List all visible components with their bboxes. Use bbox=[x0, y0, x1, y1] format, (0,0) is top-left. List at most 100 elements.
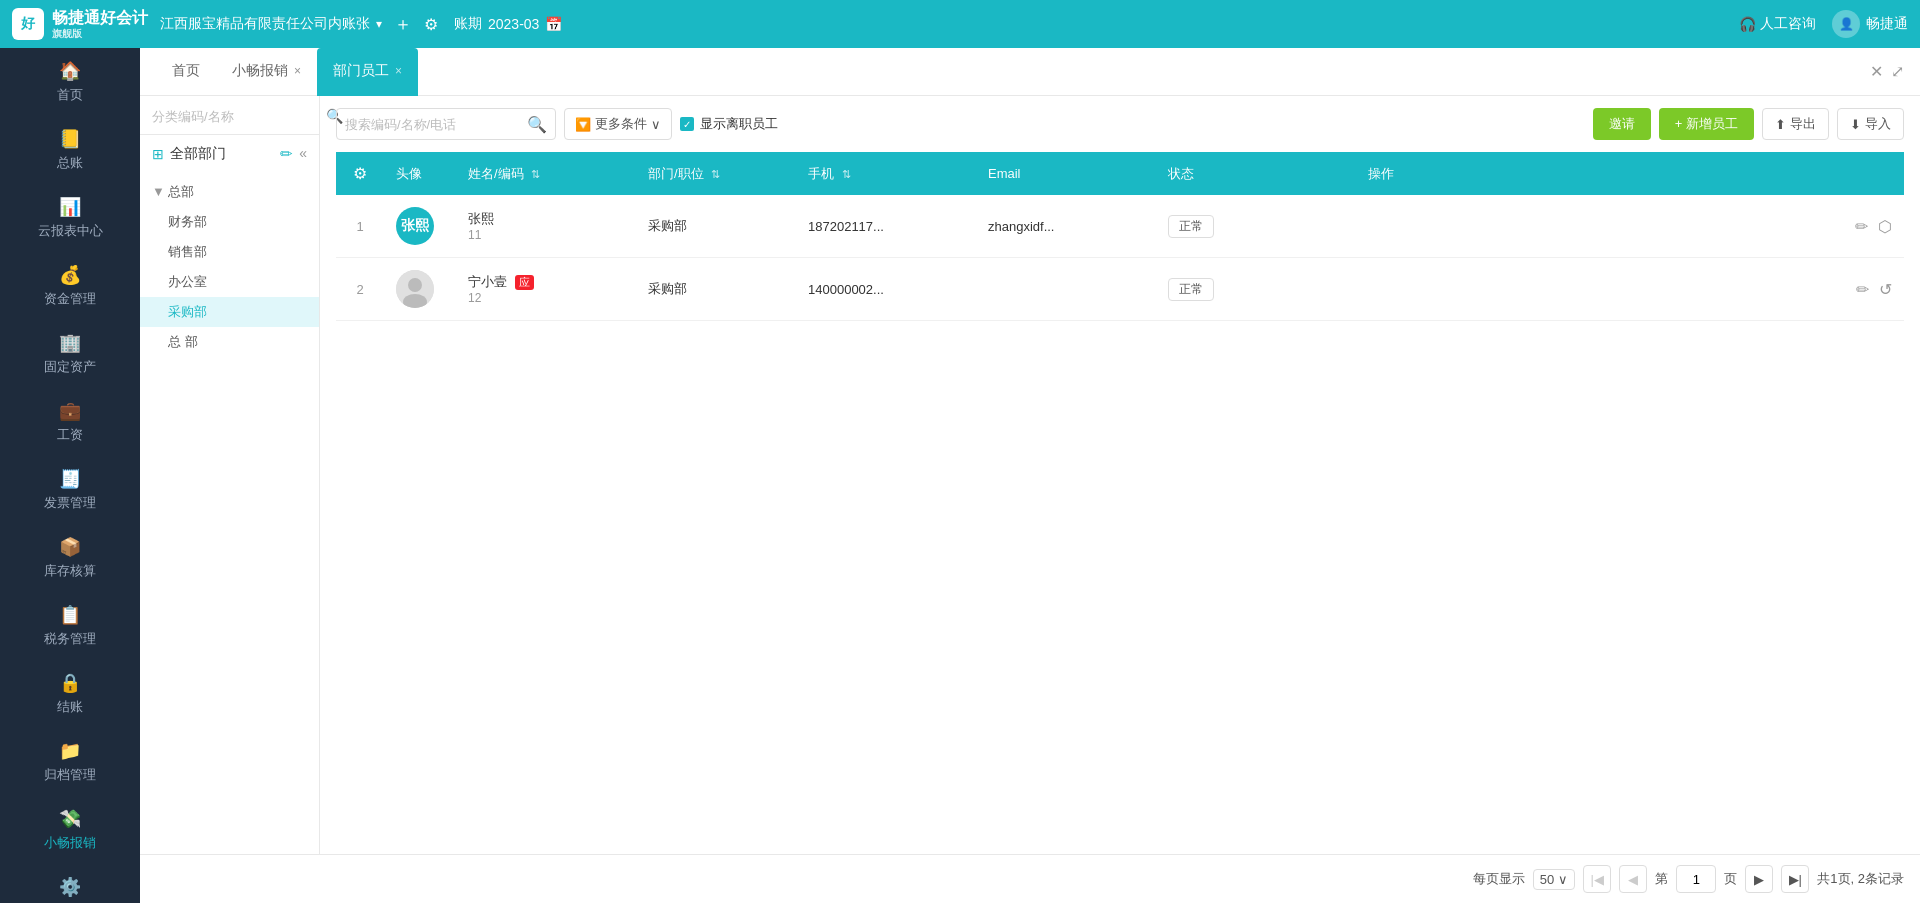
main-layout: 🏠 首页 📒 总账 📊 云报表中心 💰 资金管理 🏢 固定资产 💼 工资 🧾 发… bbox=[0, 48, 1920, 903]
dept-leaf-office[interactable]: 办公室 bbox=[140, 267, 319, 297]
sidebar-item-funds-label: 资金管理 bbox=[44, 290, 96, 308]
reports-icon: 📊 bbox=[59, 196, 81, 218]
all-dept-label-container: ⊞ 全部部门 bbox=[152, 145, 226, 163]
row-num-2: 2 bbox=[336, 258, 384, 321]
sidebar-item-ledger[interactable]: 📒 总账 bbox=[0, 116, 140, 184]
sidebar-item-tax[interactable]: 📋 税务管理 bbox=[0, 592, 140, 660]
dept-collapse-triangle: ▼ bbox=[152, 184, 165, 199]
dept-leaf-headquarters[interactable]: 总 部 bbox=[140, 327, 319, 357]
dept-tree: ▼ 总部 财务部 销售部 办公室 采购部 总 部 bbox=[140, 173, 319, 361]
row-status-2: 正常 bbox=[1156, 258, 1356, 321]
sidebar-item-home[interactable]: 🏠 首页 bbox=[0, 48, 140, 116]
sidebar-item-ledger-label: 总账 bbox=[57, 154, 83, 172]
page-last-button[interactable]: ▶| bbox=[1781, 865, 1809, 893]
tab-bar-close-button[interactable]: ✕ bbox=[1870, 62, 1883, 81]
sidebar-item-archive-label: 归档管理 bbox=[44, 766, 96, 784]
close-period-icon: 🔒 bbox=[59, 672, 81, 694]
invite-button[interactable]: 邀请 bbox=[1593, 108, 1651, 140]
status-badge-1: 正常 bbox=[1168, 215, 1214, 238]
export-icon: ⬆ bbox=[1775, 117, 1786, 132]
page-content: 🔍 ⊞ 全部部门 ✏ « ▼ 总部 bbox=[140, 96, 1920, 854]
filter-button[interactable]: 🔽 更多条件 ∨ bbox=[564, 108, 672, 140]
service-button[interactable]: 🎧 人工咨询 bbox=[1739, 15, 1816, 33]
sidebar-item-reports-label: 云报表中心 bbox=[38, 222, 103, 240]
tab-bar: 首页 小畅报销 × 部门员工 × ✕ ⤢ bbox=[140, 48, 1920, 96]
tab-bar-expand-button[interactable]: ⤢ bbox=[1891, 62, 1904, 81]
tab-bar-actions: ✕ ⤢ bbox=[1870, 62, 1904, 81]
refresh-emp-2-button[interactable]: ↺ bbox=[1879, 280, 1892, 299]
sort-phone-icon[interactable]: ⇅ bbox=[842, 168, 851, 180]
sidebar-item-archive[interactable]: 📁 归档管理 bbox=[0, 728, 140, 796]
export-button[interactable]: ⬆ 导出 bbox=[1762, 108, 1829, 140]
page-prev-button[interactable]: ◀ bbox=[1619, 865, 1647, 893]
add-employee-button[interactable]: + 新增员工 bbox=[1659, 108, 1754, 140]
page-number-input[interactable] bbox=[1676, 865, 1716, 893]
sidebar-item-assets[interactable]: 🏢 固定资产 bbox=[0, 320, 140, 388]
dept-group-headquarters-label[interactable]: ▼ 总部 bbox=[140, 177, 319, 207]
sidebar-item-inventory[interactable]: 📦 库存核算 bbox=[0, 524, 140, 592]
tab-dept-emp-close-icon[interactable]: × bbox=[395, 64, 402, 78]
col-action: 操作 bbox=[1356, 152, 1904, 195]
logout-emp-1-button[interactable]: ⬡ bbox=[1878, 217, 1892, 236]
add-company-button[interactable]: ＋ bbox=[394, 12, 412, 36]
sidebar-item-funds[interactable]: 💰 资金管理 bbox=[0, 252, 140, 320]
emp-actions: 邀请 + 新增员工 ⬆ 导出 ⬇ 导入 bbox=[1593, 108, 1904, 140]
home-icon: 🏠 bbox=[59, 60, 81, 82]
row-avatar-2 bbox=[384, 258, 456, 321]
sort-dept-icon[interactable]: ⇅ bbox=[711, 168, 720, 180]
dept-leaf-finance[interactable]: 财务部 bbox=[140, 207, 319, 237]
emp-search-input[interactable] bbox=[345, 117, 521, 132]
avatar-zhang: 张熙 bbox=[396, 207, 434, 245]
sidebar-item-payroll[interactable]: 💼 工资 bbox=[0, 388, 140, 456]
sidebar-item-invoice[interactable]: 🧾 发票管理 bbox=[0, 456, 140, 524]
tab-expense-close-icon[interactable]: × bbox=[294, 64, 301, 78]
dept-leaf-purchase[interactable]: 采购部 bbox=[140, 297, 319, 327]
sidebar-item-invoice-label: 发票管理 bbox=[44, 494, 96, 512]
pagination: 每页显示 50 ∨ |◀ ◀ 第 页 ▶ ▶| 共1页, 2条记录 bbox=[140, 854, 1920, 903]
tab-dept-emp-label: 部门员工 bbox=[333, 62, 389, 80]
app-name: 畅捷通好会计 bbox=[52, 8, 148, 27]
tab-dept-emp[interactable]: 部门员工 × bbox=[317, 48, 418, 96]
show-resigned-toggle[interactable]: ✓ 显示离职员工 bbox=[680, 115, 778, 133]
settings-icon[interactable]: ⚙ bbox=[424, 15, 438, 34]
row-status-1: 正常 bbox=[1156, 195, 1356, 258]
col-status: 状态 bbox=[1156, 152, 1356, 195]
table-settings-icon[interactable]: ⚙ bbox=[353, 165, 367, 182]
dept-header-icons: ✏ « bbox=[280, 145, 307, 163]
import-button[interactable]: ⬇ 导入 bbox=[1837, 108, 1904, 140]
filter-icon: 🔽 bbox=[575, 117, 591, 132]
sidebar-item-reports[interactable]: 📊 云报表中心 bbox=[0, 184, 140, 252]
payroll-icon: 💼 bbox=[59, 400, 81, 422]
tab-home[interactable]: 首页 bbox=[156, 48, 216, 96]
company-selector[interactable]: 江西服宝精品有限责任公司内账张 ▾ bbox=[160, 15, 382, 33]
content-area: 首页 小畅报销 × 部门员工 × ✕ ⤢ 🔍 bbox=[140, 48, 1920, 903]
inventory-icon: 📦 bbox=[59, 536, 81, 558]
sidebar-item-settings[interactable]: ⚙️ 基础设置 bbox=[0, 864, 140, 903]
dept-collapse-icon[interactable]: « bbox=[299, 145, 307, 163]
sidebar-item-expense-label: 小畅报销 bbox=[44, 834, 96, 852]
dept-search-input[interactable] bbox=[152, 109, 320, 124]
tab-expense[interactable]: 小畅报销 × bbox=[216, 48, 317, 96]
emp-name-2: 宁小壹 bbox=[468, 273, 507, 291]
col-name-code: 姓名/编码 ⇅ bbox=[456, 152, 636, 195]
calendar-icon: 📅 bbox=[545, 16, 562, 32]
filter-label: 更多条件 bbox=[595, 115, 647, 133]
col-settings: ⚙ bbox=[336, 152, 384, 195]
show-resigned-checkbox[interactable]: ✓ bbox=[680, 117, 694, 131]
page-next-button[interactable]: ▶ bbox=[1745, 865, 1773, 893]
period-display[interactable]: 账期 2023-03 📅 bbox=[454, 15, 562, 33]
row-email-2 bbox=[976, 258, 1156, 321]
per-page-select[interactable]: 50 ∨ bbox=[1533, 869, 1575, 890]
dept-edit-icon[interactable]: ✏ bbox=[280, 145, 293, 163]
import-label: 导入 bbox=[1865, 115, 1891, 133]
edit-emp-1-button[interactable]: ✏ bbox=[1855, 217, 1868, 236]
user-menu[interactable]: 👤 畅捷通 bbox=[1832, 10, 1908, 38]
sidebar-item-close[interactable]: 🔒 结账 bbox=[0, 660, 140, 728]
company-dropdown-icon: ▾ bbox=[376, 17, 382, 31]
edit-emp-2-button[interactable]: ✏ bbox=[1856, 280, 1869, 299]
sidebar-item-expense[interactable]: 💸 小畅报销 bbox=[0, 796, 140, 864]
emp-search-icon[interactable]: 🔍 bbox=[527, 115, 547, 134]
dept-leaf-sales[interactable]: 销售部 bbox=[140, 237, 319, 267]
sort-name-icon[interactable]: ⇅ bbox=[531, 168, 540, 180]
page-first-button[interactable]: |◀ bbox=[1583, 865, 1611, 893]
